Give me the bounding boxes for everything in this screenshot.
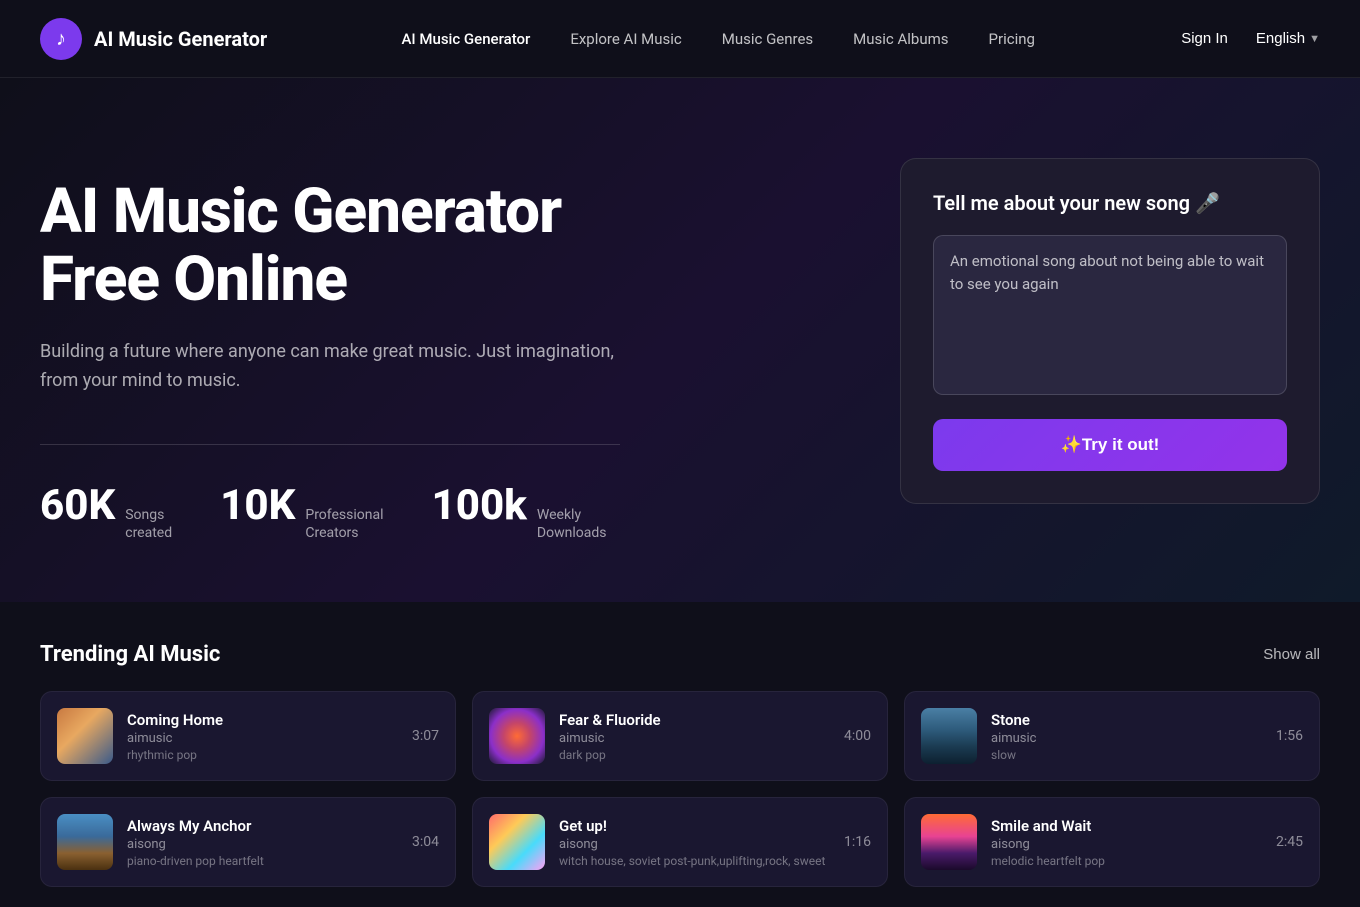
stat-downloads: 100k Weekly Downloads [432,481,607,542]
music-name: Stone [991,711,1262,729]
hero-divider [40,444,620,445]
stat-downloads-label: Weekly Downloads [537,506,607,542]
stat-songs-number: 60K [40,481,115,530]
music-name: Always My Anchor [127,817,398,835]
music-card[interactable]: Get up! aisong witch house, soviet post-… [472,797,888,887]
trending-title: Trending AI Music [40,642,220,667]
music-source: aimusic [127,731,398,746]
music-name: Get up! [559,817,830,835]
music-card[interactable]: Coming Home aimusic rhythmic pop 3:07 [40,691,456,781]
nav-link-pricing[interactable]: Pricing [973,22,1051,56]
music-genre: melodic heartfelt pop [991,854,1262,868]
song-card-title: Tell me about your new song 🎤 [933,191,1287,215]
stat-downloads-number: 100k [432,481,527,530]
stat-songs-label: Songs created [125,506,172,542]
music-info: Coming Home aimusic rhythmic pop [127,711,398,762]
music-card[interactable]: Always My Anchor aisong piano-driven pop… [40,797,456,887]
stat-songs: 60K Songs created [40,481,172,542]
hero-left: AI Music Generator Free Online Building … [40,158,620,542]
music-thumbnail [921,708,977,764]
music-thumbnail [57,814,113,870]
music-name: Smile and Wait [991,817,1262,835]
music-duration: 2:45 [1276,834,1303,850]
nav-link-genres[interactable]: Music Genres [706,22,829,56]
music-source: aimusic [559,731,830,746]
music-thumbnail [921,814,977,870]
music-source: aimusic [991,731,1262,746]
music-name: Coming Home [127,711,398,729]
music-genre: dark pop [559,748,830,762]
music-genre: slow [991,748,1262,762]
music-source: aisong [559,837,830,852]
music-card[interactable]: Stone aimusic slow 1:56 [904,691,1320,781]
trending-section: Trending AI Music Show all Coming Home a… [0,602,1360,907]
music-card[interactable]: Fear & Fluoride aimusic dark pop 4:00 [472,691,888,781]
music-info: Stone aimusic slow [991,711,1262,762]
music-thumbnail [489,708,545,764]
music-genre: witch house, soviet post-punk,uplifting,… [559,854,830,868]
nav-link-explore[interactable]: Explore AI Music [554,22,697,56]
nav-link-ai-music-generator[interactable]: AI Music Generator [385,22,546,56]
chevron-down-icon: ▼ [1309,33,1320,45]
hero-title: AI Music Generator Free Online [40,178,620,314]
music-source: aisong [991,837,1262,852]
music-info: Get up! aisong witch house, soviet post-… [559,817,830,868]
music-source: aisong [127,837,398,852]
song-card: Tell me about your new song 🎤 ✨Try it ou… [900,158,1320,504]
music-genre: rhythmic pop [127,748,398,762]
music-duration: 1:16 [844,834,871,850]
music-card[interactable]: Smile and Wait aisong melodic heartfelt … [904,797,1320,887]
navbar: ♪ AI Music Generator AI Music Generator … [0,0,1360,78]
hero-subtitle: Building a future where anyone can make … [40,338,620,396]
song-description-input[interactable] [933,235,1287,395]
music-info: Fear & Fluoride aimusic dark pop [559,711,830,762]
lang-label: English [1256,30,1305,47]
music-genre: piano-driven pop heartfelt [127,854,398,868]
music-duration: 3:04 [412,834,439,850]
stat-creators-number: 10K [220,481,295,530]
music-info: Always My Anchor aisong piano-driven pop… [127,817,398,868]
try-it-out-button[interactable]: ✨Try it out! [933,419,1287,471]
sign-in-button[interactable]: Sign In [1169,22,1240,55]
nav-links: AI Music Generator Explore AI Music Musi… [385,22,1050,56]
music-info: Smile and Wait aisong melodic heartfelt … [991,817,1262,868]
trending-header: Trending AI Music Show all [40,642,1320,667]
nav-logo[interactable]: ♪ AI Music Generator [40,18,267,60]
show-all-button[interactable]: Show all [1263,646,1320,663]
hero-section: AI Music Generator Free Online Building … [0,78,1360,602]
music-duration: 3:07 [412,728,439,744]
hero-stats: 60K Songs created 10K Professional Creat… [40,481,620,542]
music-thumbnail [57,708,113,764]
stat-creators-label: Professional Creators [305,506,383,542]
language-button[interactable]: English ▼ [1256,30,1320,47]
music-name: Fear & Fluoride [559,711,830,729]
music-duration: 1:56 [1276,728,1303,744]
nav-link-albums[interactable]: Music Albums [837,22,964,56]
logo-icon: ♪ [40,18,82,60]
music-thumbnail [489,814,545,870]
nav-right: Sign In English ▼ [1169,22,1320,55]
stat-creators: 10K Professional Creators [220,481,383,542]
music-grid: Coming Home aimusic rhythmic pop 3:07 Fe… [40,691,1320,887]
music-duration: 4:00 [844,728,871,744]
logo-text: AI Music Generator [94,27,267,51]
